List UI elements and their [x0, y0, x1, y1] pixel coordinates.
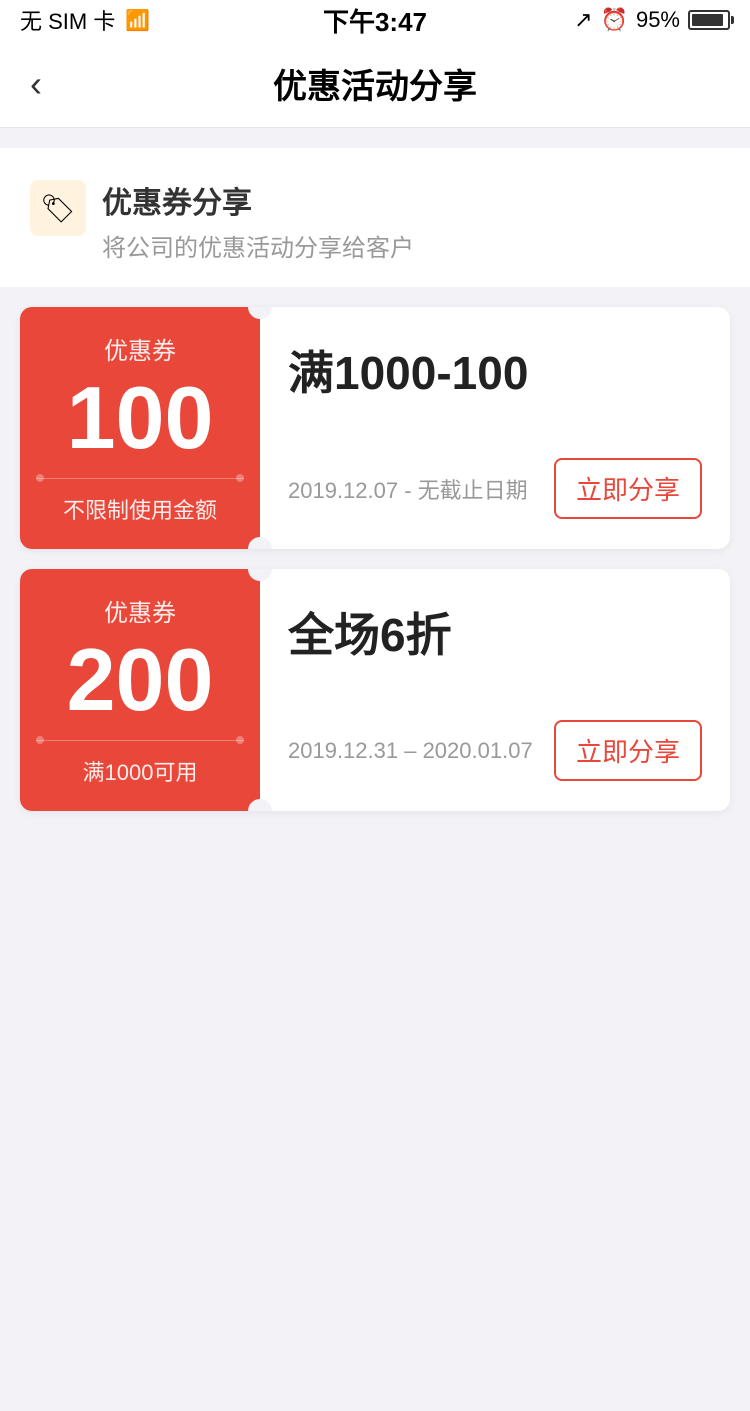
coupon-card-1: 优惠券 100 不限制使用金额 满1000-100 2019.12.07 - 无…	[20, 307, 730, 549]
section-header: 🏷 优惠券分享 将公司的优惠活动分享给客户	[0, 148, 750, 287]
coupon-condition-2: 满1000可用	[83, 755, 198, 787]
coupon-bottom-1: 2019.12.07 - 无截止日期 立即分享	[288, 458, 702, 519]
status-bar: 无 SIM 卡 📶 下午3:47 ↗ ⏰ 95%	[0, 0, 750, 40]
alarm-icon: ⏰	[601, 7, 628, 33]
section-desc: 将公司的优惠活动分享给客户	[102, 228, 414, 263]
coupon-date-2: 2019.12.31 – 2020.01.07	[288, 738, 538, 764]
coupon-type-1: 优惠券	[104, 331, 176, 366]
coupon-icon: 🏷	[40, 192, 76, 225]
section-text: 优惠券分享 将公司的优惠活动分享给客户	[102, 178, 414, 263]
coupon-left-2: 优惠券 200 满1000可用	[20, 569, 260, 811]
coupon-name-2: 全场6折	[288, 599, 702, 665]
nav-bar: ‹ 优惠活动分享	[0, 40, 750, 128]
coupon-name-1: 满1000-100	[288, 337, 702, 403]
coupon-divider-1	[36, 478, 244, 479]
coupon-left-1: 优惠券 100 不限制使用金额	[20, 307, 260, 549]
status-right: ↗ ⏰ 95%	[574, 7, 730, 33]
coupon-list: 优惠券 100 不限制使用金额 满1000-100 2019.12.07 - 无…	[0, 287, 750, 811]
location-icon: ↗	[574, 7, 592, 33]
battery-percentage: 95%	[636, 7, 680, 33]
empty-space	[0, 811, 750, 1411]
section-icon: 🏷	[30, 180, 86, 236]
share-button-2[interactable]: 立即分享	[554, 720, 702, 781]
section-title: 优惠券分享	[102, 178, 414, 222]
status-time: 下午3:47	[323, 2, 427, 39]
coupon-right-2: 全场6折 2019.12.31 – 2020.01.07 立即分享	[260, 569, 730, 811]
carrier-label: 无 SIM 卡	[20, 4, 115, 36]
coupon-condition-1: 不限制使用金额	[63, 493, 217, 525]
coupon-amount-2: 200	[67, 636, 214, 724]
status-left: 无 SIM 卡 📶	[20, 4, 150, 36]
coupon-right-1: 满1000-100 2019.12.07 - 无截止日期 立即分享	[260, 307, 730, 549]
coupon-date-1: 2019.12.07 - 无截止日期	[288, 473, 538, 505]
coupon-bottom-2: 2019.12.31 – 2020.01.07 立即分享	[288, 720, 702, 781]
coupon-type-2: 优惠券	[104, 593, 176, 628]
back-button[interactable]: ‹	[30, 63, 42, 105]
share-button-1[interactable]: 立即分享	[554, 458, 702, 519]
wifi-icon: 📶	[125, 8, 150, 33]
coupon-card-2: 优惠券 200 满1000可用 全场6折 2019.12.31 – 2020.0…	[20, 569, 730, 811]
page-title: 优惠活动分享	[273, 59, 477, 108]
battery-icon	[688, 10, 730, 30]
coupon-amount-1: 100	[67, 374, 214, 462]
coupon-divider-2	[36, 740, 244, 741]
